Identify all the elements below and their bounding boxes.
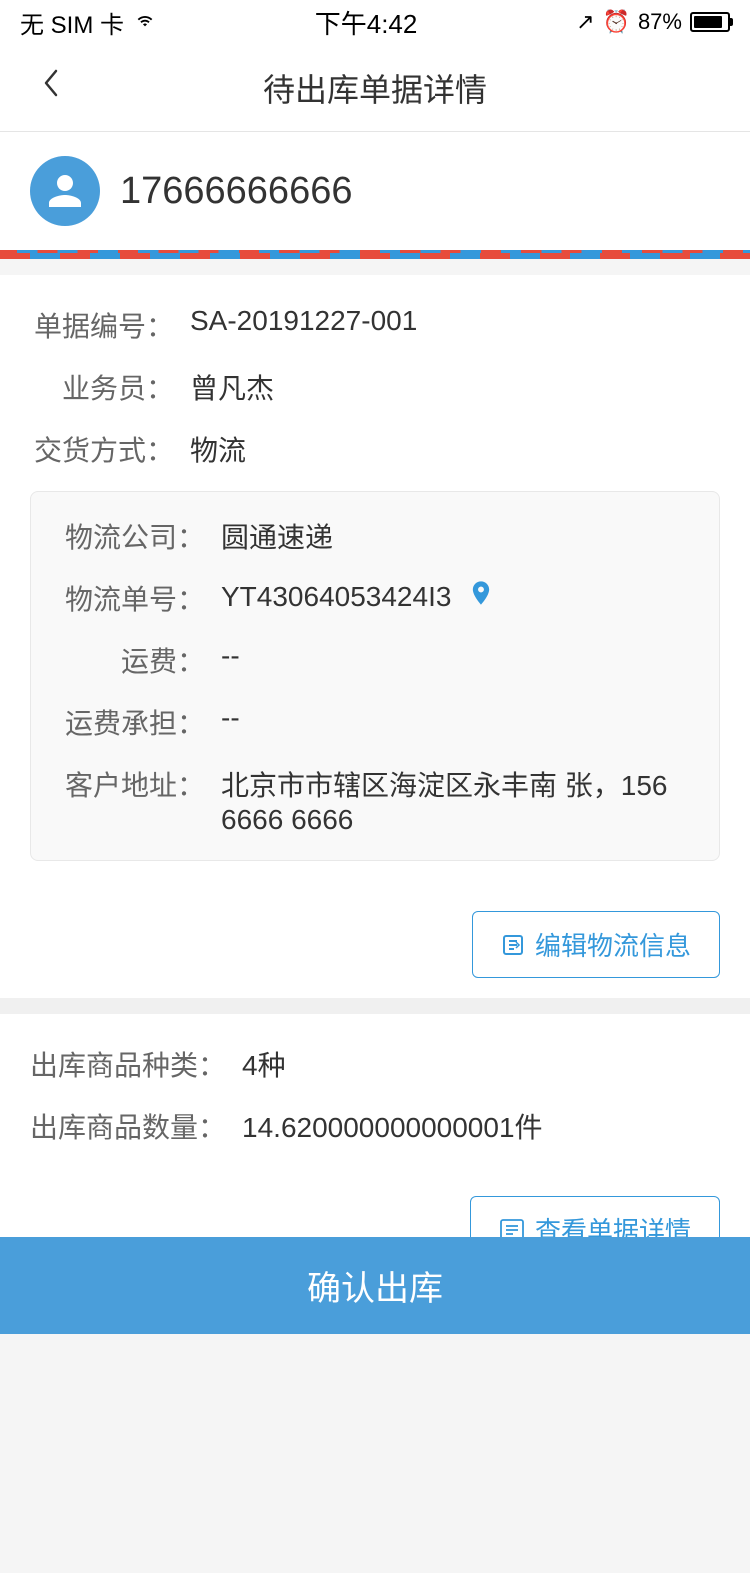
goods-quantity-label: 出库商品数量： [30,1106,242,1146]
freight-bear-value: -- [221,702,689,734]
nav-bar: 待出库单据详情 [0,44,750,132]
order-number-value: SA-20191227-001 [190,305,720,337]
freight-value: -- [221,640,689,672]
section-divider [0,998,750,1014]
battery-percent: 87% [638,9,682,35]
order-number-row: 单据编号： SA-20191227-001 [30,305,720,345]
location-status-icon: ↗ [576,9,594,35]
address-label: 客户地址： [61,764,221,804]
logistics-tracking-row: 物流单号： YT43064053424I3 [61,578,689,618]
freight-row: 运费： -- [61,640,689,680]
freight-label: 运费： [61,640,221,680]
delivery-value: 物流 [190,429,720,469]
avatar [30,156,100,226]
goods-types-label: 出库商品种类： [30,1044,242,1084]
goods-types-value: 4种 [242,1044,720,1084]
logistics-card: 物流公司： 圆通速递 物流单号： YT43064053424I3 运费： -- [30,491,720,861]
order-info-section: 单据编号： SA-20191227-001 业务员： 曾凡杰 交货方式： 物流 … [0,275,750,891]
logistics-tracking-value: YT43064053424I3 [221,578,689,615]
delivery-row: 交货方式： 物流 [30,429,720,469]
order-number-label: 单据编号： [30,305,190,345]
address-value: 北京市市辖区海淀区永丰南 张，156 6666 6666 [221,764,689,836]
carrier-text: 无 SIM 卡 [20,5,124,40]
freight-bear-row: 运费承担： -- [61,702,689,742]
goods-quantity-row: 出库商品数量： 14.620000000000001件 [30,1106,720,1146]
edit-logistics-wrapper: 编辑物流信息 [0,891,750,998]
tracking-location-icon[interactable] [467,578,495,615]
time-text: 下午4:42 [315,4,418,41]
salesman-label: 业务员： [30,367,190,407]
status-right: ↗ ⏰ 87% [576,9,730,35]
customer-phone: 17666666666 [120,170,352,213]
goods-section: 出库商品种类： 4种 出库商品数量： 14.620000000000001件 [0,1014,750,1176]
address-row: 客户地址： 北京市市辖区海淀区永丰南 张，156 6666 6666 [61,764,689,836]
edit-logistics-label: 编辑物流信息 [535,926,691,963]
confirm-outbound-button[interactable]: 确认出库 [30,1261,720,1310]
customer-header: 17666666666 [0,132,750,253]
goods-quantity-value: 14.620000000000001件 [242,1106,720,1146]
status-bar: 无 SIM 卡 下午4:42 ↗ ⏰ 87% [0,0,750,44]
dashed-divider [0,253,750,259]
logistics-company-value: 圆通速递 [221,516,689,556]
wifi-icon [134,8,156,36]
delivery-label: 交货方式： [30,429,190,469]
logistics-tracking-label: 物流单号： [61,578,221,618]
battery-icon [690,12,730,32]
page-title: 待出库单据详情 [263,65,487,111]
confirm-btn-wrapper: 确认出库 [0,1237,750,1334]
edit-logistics-button[interactable]: 编辑物流信息 [472,911,720,978]
status-left: 无 SIM 卡 [20,5,156,40]
salesman-value: 曾凡杰 [190,367,720,407]
salesman-row: 业务员： 曾凡杰 [30,367,720,407]
alarm-icon: ⏰ [603,9,630,35]
back-button[interactable] [30,53,74,122]
logistics-company-label: 物流公司： [61,516,221,556]
freight-bear-label: 运费承担： [61,702,221,742]
goods-types-row: 出库商品种类： 4种 [30,1044,720,1084]
logistics-company-row: 物流公司： 圆通速递 [61,516,689,556]
